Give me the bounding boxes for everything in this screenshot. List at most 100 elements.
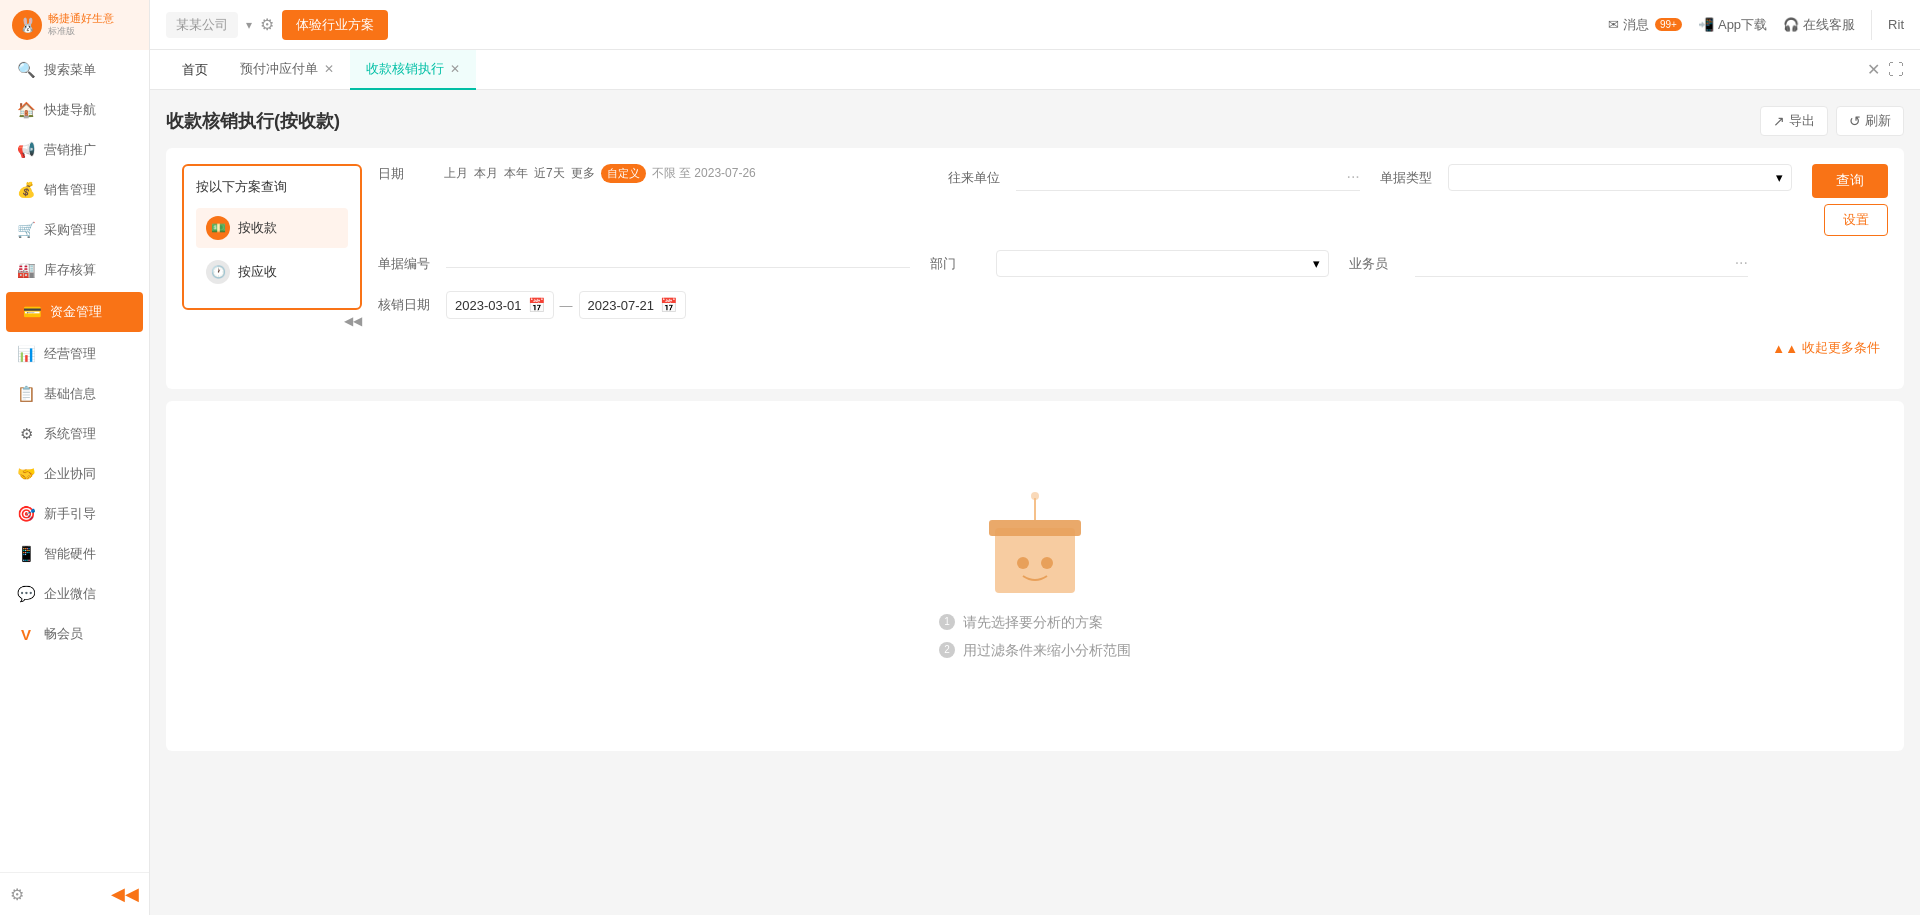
sidebar-item-member[interactable]: V 畅会员 — [0, 614, 149, 654]
filter-option-receipt-label: 按收款 — [238, 219, 277, 237]
sidebar-item-collab[interactable]: 🤝 企业协同 — [0, 454, 149, 494]
counterpart-dots-icon[interactable]: ··· — [1346, 168, 1359, 186]
sidebar-item-marketing[interactable]: 📢 营销推广 — [0, 130, 149, 170]
export-icon: ↗ — [1773, 113, 1785, 129]
dropdown-arrow-icon[interactable]: ▾ — [246, 18, 252, 32]
staff-dots-icon[interactable]: ··· — [1735, 254, 1748, 272]
purchase-icon: 🛒 — [16, 220, 36, 240]
hint-num-2: 2 — [939, 642, 955, 658]
guide-icon: 🎯 — [16, 504, 36, 524]
staff-input[interactable]: ··· — [1415, 250, 1748, 277]
sidebar-item-guide[interactable]: 🎯 新手引导 — [0, 494, 149, 534]
service-label: 在线客服 — [1803, 16, 1855, 34]
sidebar-item-search[interactable]: 🔍 搜索菜单 — [0, 50, 149, 90]
tab-collection-close-icon[interactable]: ✕ — [450, 62, 460, 76]
sidebar-item-label: 资金管理 — [50, 303, 102, 321]
basic-info-icon: 📋 — [16, 384, 36, 404]
sidebar-item-label: 搜索菜单 — [44, 61, 96, 79]
sidebar-item-inventory[interactable]: 🏭 库存核算 — [0, 250, 149, 290]
tab-prepay-close-icon[interactable]: ✕ — [324, 62, 334, 76]
date-shortcut-this-year[interactable]: 本年 — [504, 165, 528, 182]
sidebar-item-label: 企业微信 — [44, 585, 96, 603]
company-name[interactable]: 某某公司 — [166, 12, 238, 38]
dept-select[interactable]: ▾ — [996, 250, 1329, 277]
voucher-no-label: 单据编号 — [378, 255, 430, 273]
filter-row-voucher-no: 单据编号 — [378, 255, 910, 273]
app-download-action[interactable]: 📲 App下载 — [1698, 16, 1767, 34]
collapse-more-button[interactable]: ▲▲ 收起更多条件 — [1764, 331, 1888, 365]
tabs-right-actions: ✕ ⛶ — [1867, 60, 1904, 79]
sidebar-bottom: ⚙ ◀◀ — [0, 872, 149, 915]
user-name[interactable]: Rit — [1888, 17, 1904, 32]
verify-date-end-input[interactable]: 2023-07-21 📅 — [579, 291, 687, 319]
counterpart-input[interactable]: ··· — [1016, 164, 1360, 191]
refresh-icon: ↺ — [1849, 113, 1861, 129]
collapse-icon: ◀◀ — [344, 314, 362, 328]
sidebar-item-quick-nav[interactable]: 🏠 快捷导航 — [0, 90, 149, 130]
filter-option-by-receipt[interactable]: 💵 按收款 — [196, 208, 348, 248]
inventory-icon: 🏭 — [16, 260, 36, 280]
verify-date-range: 2023-03-01 📅 — 2023-07-21 📅 — [446, 291, 686, 319]
service-icon: 🎧 — [1783, 17, 1799, 32]
date-shortcut-last-month[interactable]: 上月 — [444, 165, 468, 182]
home-icon: 🏠 — [16, 100, 36, 120]
settings-button[interactable]: 设置 — [1824, 204, 1888, 236]
logo-text: 畅捷通好生意 — [48, 12, 114, 25]
filter-option-by-receivable[interactable]: 🕐 按应收 — [196, 252, 348, 292]
header-gear-icon[interactable]: ⚙ — [260, 15, 274, 34]
sidebar-item-purchase[interactable]: 🛒 采购管理 — [0, 210, 149, 250]
search-icon: 🔍 — [16, 60, 36, 80]
sidebar-item-finance[interactable]: 💳 资金管理 — [6, 292, 143, 332]
query-button[interactable]: 查询 — [1812, 164, 1888, 198]
query-buttons: 查询 设置 — [1812, 164, 1888, 236]
refresh-button[interactable]: ↺ 刷新 — [1836, 106, 1904, 136]
receipt-icon: 💵 — [206, 216, 230, 240]
message-icon: ✉ — [1608, 17, 1619, 32]
tab-home[interactable]: 首页 — [166, 50, 224, 90]
sidebar-item-sales[interactable]: 💰 销售管理 — [0, 170, 149, 210]
voucher-no-input[interactable] — [446, 259, 910, 268]
system-icon: ⚙ — [16, 424, 36, 444]
date-shortcut-this-month[interactable]: 本月 — [474, 165, 498, 182]
tabs-bar: 首页 预付冲应付单 ✕ 收款核销执行 ✕ ✕ ⛶ — [150, 50, 1920, 90]
filter-panel: 按以下方案查询 💵 按收款 🕐 按应收 ◀◀ — [166, 148, 1904, 389]
dept-label: 部门 — [930, 255, 980, 273]
sidebar-settings-icon[interactable]: ⚙ — [10, 885, 24, 904]
tab-collection-label: 收款核销执行 — [366, 60, 444, 78]
filter-row-staff: 业务员 ··· — [1349, 250, 1748, 277]
tabs-close-window-icon[interactable]: ✕ — [1867, 60, 1880, 79]
date-custom-tag[interactable]: 自定义 — [601, 164, 646, 183]
date-shortcut-more[interactable]: 更多 — [571, 165, 595, 182]
sidebar-item-basic-info[interactable]: 📋 基础信息 — [0, 374, 149, 414]
solution-button[interactable]: 体验行业方案 — [282, 10, 388, 40]
page-actions: ↗ 导出 ↺ 刷新 — [1760, 106, 1904, 136]
export-button[interactable]: ↗ 导出 — [1760, 106, 1828, 136]
svg-point-2 — [1017, 557, 1029, 569]
filter-row-verify-date: 核销日期 2023-03-01 📅 — 2023-07-21 — [378, 291, 918, 319]
collapse-more-label: 收起更多条件 — [1802, 339, 1880, 357]
sidebar-item-label: 经营管理 — [44, 345, 96, 363]
voucher-type-select[interactable]: ▾ — [1448, 164, 1792, 191]
staff-label: 业务员 — [1349, 255, 1399, 273]
sidebar-collapse-icon[interactable]: ◀◀ — [111, 883, 139, 905]
sidebar-menu: 🔍 搜索菜单 🏠 快捷导航 📢 营销推广 💰 销售管理 🛒 采购管理 🏭 库存核… — [0, 50, 149, 872]
filter-row-dept: 部门 ▾ — [930, 250, 1329, 277]
sidebar-item-system[interactable]: ⚙ 系统管理 — [0, 414, 149, 454]
sidebar-item-wechat[interactable]: 💬 企业微信 — [0, 574, 149, 614]
svg-point-5 — [1031, 492, 1039, 500]
tabs-expand-icon[interactable]: ⛶ — [1888, 61, 1904, 79]
tab-collection[interactable]: 收款核销执行 ✕ — [350, 50, 476, 90]
sidebar-item-hardware[interactable]: 📱 智能硬件 — [0, 534, 149, 574]
date-shortcut-7-days[interactable]: 近7天 — [534, 165, 565, 182]
filter-rows: 日期 上月 本月 本年 近7天 更多 自定义 不限 至 2023-07-26 — [378, 164, 1888, 319]
customer-service-action[interactable]: 🎧 在线客服 — [1783, 16, 1855, 34]
filter-row-voucher-type: 单据类型 ▾ — [1380, 164, 1792, 191]
verify-date-start-input[interactable]: 2023-03-01 📅 — [446, 291, 554, 319]
tab-prepay[interactable]: 预付冲应付单 ✕ — [224, 50, 350, 90]
svg-point-3 — [1041, 557, 1053, 569]
sidebar-item-label: 库存核算 — [44, 261, 96, 279]
filter-panel-collapse[interactable]: ◀◀ — [182, 310, 362, 328]
sidebar-item-label: 畅会员 — [44, 625, 83, 643]
sidebar-item-business[interactable]: 📊 经营管理 — [0, 334, 149, 374]
message-action[interactable]: ✉ 消息 99+ — [1608, 16, 1682, 34]
